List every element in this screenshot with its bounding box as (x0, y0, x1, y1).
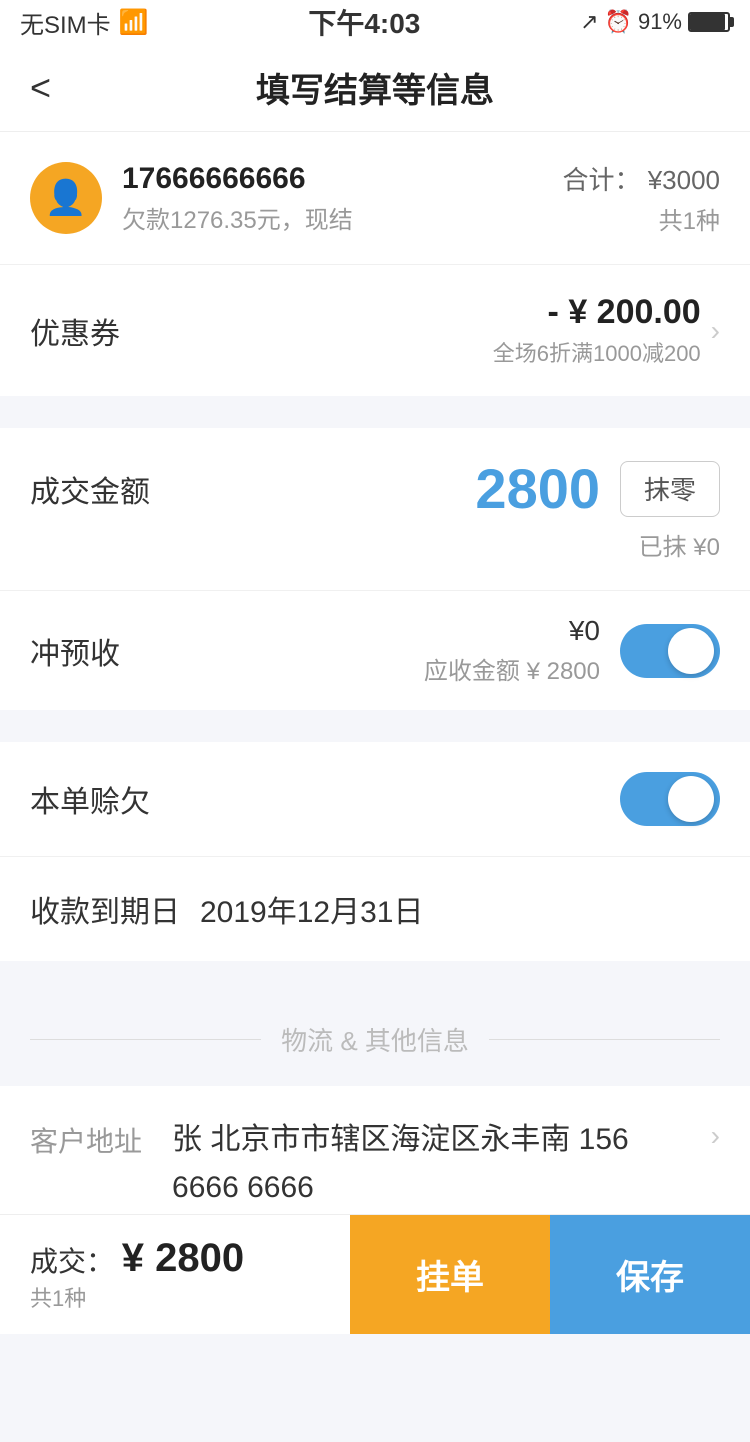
coupon-value: - ¥ 200.00 (493, 293, 701, 332)
prepay-value-wrap: ¥0 应收金额 ¥ 2800 (424, 615, 600, 686)
round-button[interactable]: 抹零 (620, 461, 720, 517)
coupon-row[interactable]: 优惠券 - ¥ 200.00 全场6折满1000减200 › (0, 264, 750, 396)
back-button[interactable]: < (20, 57, 61, 119)
amount-row: 成交金额 2800 抹零 (30, 456, 720, 521)
coupon-value-wrap: - ¥ 200.00 全场6折满1000减200 (493, 293, 701, 368)
total-value: ¥3000 (648, 165, 720, 195)
due-date-row: 收款到期日 2019年12月31日 (0, 856, 750, 961)
prepay-label: 冲预收 (30, 629, 120, 673)
coupon-label: 优惠券 (30, 309, 120, 353)
address-label: 客户地址 (30, 1120, 142, 1160)
bottom-deal-row: 成交： ¥ 2800 (30, 1236, 320, 1281)
alarm-icon: ⏰ (605, 9, 632, 35)
bottom-deal-label: 成交： (30, 1246, 114, 1277)
prepay-sub: 应收金额 ¥ 2800 (424, 651, 600, 686)
debt-label: 本单赊欠 (30, 777, 150, 821)
user-info-row: 👤 17666666666 欠款1276.35元，现结 合计： ¥3000 共1… (0, 132, 750, 264)
user-sub-text: 欠款1276.35元，现结 (122, 200, 353, 235)
prepay-row: 冲预收 ¥0 应收金额 ¥ 2800 (0, 590, 750, 710)
logistics-line-left (30, 1039, 261, 1040)
amount-section: 成交金额 2800 抹零 已抹 ¥0 冲预收 ¥0 应收金额 ¥ 2800 (0, 428, 750, 710)
coupon-right: - ¥ 200.00 全场6折满1000减200 › (493, 293, 720, 368)
prepay-right: ¥0 应收金额 ¥ 2800 (424, 615, 720, 686)
user-details: 17666666666 欠款1276.35元，现结 (122, 162, 353, 235)
avatar: 👤 (30, 162, 102, 234)
separator-1 (0, 412, 750, 428)
user-info-section: 👤 17666666666 欠款1276.35元，现结 合计： ¥3000 共1… (0, 132, 750, 396)
amount-value[interactable]: 2800 (475, 456, 600, 521)
separator-3 (0, 977, 750, 993)
status-bar: 无SIM卡 📶 下午4:03 ↗ ⏰ 91% (0, 0, 750, 44)
status-right: ↗ ⏰ 91% (580, 9, 730, 35)
avatar-icon: 👤 (45, 178, 87, 218)
address-value: 张 北京市市辖区海淀区永丰南 156 6666 6666 (172, 1116, 701, 1212)
coupon-desc: 全场6折满1000减200 (493, 336, 701, 368)
location-icon: ↗ (580, 9, 598, 35)
debt-toggle[interactable] (620, 772, 720, 826)
battery-icon (688, 12, 730, 32)
due-date-value: 2019年12月31日 (200, 887, 423, 931)
total-label-text: 合计： (562, 165, 640, 195)
total-label: 合计： ¥3000 (562, 160, 720, 197)
carrier-text: 无SIM卡 (20, 5, 111, 40)
due-date-label: 收款到期日 (30, 887, 180, 931)
bottom-price: ¥ 2800 (122, 1236, 244, 1280)
logistics-line-right (489, 1039, 720, 1040)
prepay-value: ¥0 (424, 615, 600, 647)
user-right: 合计： ¥3000 共1种 (562, 160, 720, 236)
status-time: 下午4:03 (308, 2, 420, 42)
bottom-info: 成交： ¥ 2800 共1种 (0, 1215, 350, 1334)
debt-section: 本单赊欠 收款到期日 2019年12月31日 (0, 742, 750, 961)
separator-2 (0, 726, 750, 742)
coupon-chevron-icon: › (711, 315, 720, 347)
wifi-icon: 📶 (119, 8, 149, 37)
amount-sub-text: 已抹 ¥0 (30, 527, 720, 562)
amount-row-wrapper: 成交金额 2800 抹零 已抹 ¥0 (0, 428, 750, 590)
logistics-section-label: 物流 & 其他信息 (281, 1021, 469, 1058)
logistics-header: 物流 & 其他信息 (0, 993, 750, 1086)
user-phone: 17666666666 (122, 162, 353, 196)
prepay-toggle[interactable] (620, 624, 720, 678)
debt-toggle-thumb (668, 776, 714, 822)
total-count: 共1种 (562, 201, 720, 236)
bottom-count: 共1种 (30, 1281, 320, 1313)
address-chevron-icon: › (711, 1120, 720, 1152)
hang-button[interactable]: 挂单 (350, 1215, 550, 1334)
debt-row: 本单赊欠 (0, 742, 750, 856)
save-button[interactable]: 保存 (550, 1215, 750, 1334)
amount-label: 成交金额 (30, 467, 150, 511)
status-left: 无SIM卡 📶 (20, 5, 149, 40)
page-title: 填写结算等信息 (256, 63, 494, 112)
battery-percent: 91% (638, 9, 682, 35)
toggle-thumb (668, 628, 714, 674)
bottom-bar: 成交： ¥ 2800 共1种 挂单 保存 (0, 1214, 750, 1334)
user-left: 👤 17666666666 欠款1276.35元，现结 (30, 162, 353, 235)
header: < 填写结算等信息 (0, 44, 750, 132)
amount-right: 2800 抹零 (475, 456, 720, 521)
